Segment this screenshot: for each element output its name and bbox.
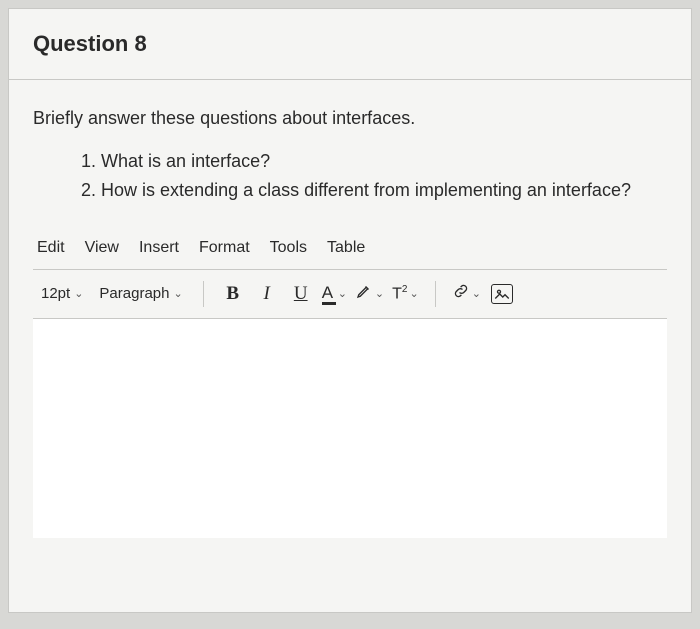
chevron-down-icon: ⌄ [338, 287, 347, 300]
insert-image-button[interactable] [491, 284, 513, 304]
list-item-number: 2. [81, 180, 96, 200]
menu-view[interactable]: View [85, 239, 119, 257]
text-color-button[interactable]: A ⌄ [320, 283, 349, 305]
text-color-letter: A [322, 283, 333, 302]
italic-button[interactable]: I [252, 280, 282, 308]
list-item-text: What is an interface? [101, 151, 270, 171]
underline-button[interactable]: U [286, 280, 316, 308]
menu-insert[interactable]: Insert [139, 239, 179, 257]
list-item-text: How is extending a class different from … [101, 180, 631, 200]
chevron-down-icon: ⌄ [74, 287, 83, 300]
menu-tools[interactable]: Tools [270, 239, 307, 257]
rich-text-editor: Edit View Insert Format Tools Table 12pt… [9, 217, 691, 538]
text-color-icon: A [322, 283, 336, 305]
font-size-value: 12pt [41, 285, 70, 302]
list-item-number: 1. [81, 151, 96, 171]
link-button[interactable]: ⌄ [450, 282, 483, 305]
chevron-down-icon: ⌄ [375, 287, 384, 300]
image-icon [493, 285, 511, 303]
superscript-button[interactable]: T2 ⌄ [390, 284, 421, 303]
menu-edit[interactable]: Edit [37, 239, 65, 257]
question-card: Question 8 Briefly answer these question… [8, 8, 692, 613]
toolbar-divider [435, 281, 436, 307]
highlight-button[interactable]: ⌄ [353, 282, 386, 305]
highlighter-icon [355, 282, 373, 305]
chevron-down-icon: ⌄ [472, 287, 481, 300]
question-prompt: Briefly answer these questions about int… [33, 108, 667, 129]
editor-menu-bar: Edit View Insert Format Tools Table [33, 233, 667, 269]
list-item: 1. What is an interface? [81, 147, 667, 176]
block-type-select[interactable]: Paragraph ⌄ [93, 283, 188, 304]
question-list: 1. What is an interface? 2. How is exten… [33, 147, 667, 205]
chevron-down-icon: ⌄ [173, 287, 182, 300]
font-size-select[interactable]: 12pt ⌄ [35, 283, 89, 304]
editor-toolbar: 12pt ⌄ Paragraph ⌄ B I U A ⌄ [33, 269, 667, 318]
list-item: 2. How is extending a class different fr… [81, 176, 667, 205]
block-type-value: Paragraph [99, 285, 169, 302]
menu-table[interactable]: Table [327, 239, 365, 257]
superscript-exp: 2 [402, 284, 408, 295]
question-body: Briefly answer these questions about int… [9, 80, 691, 217]
question-title: Question 8 [33, 31, 667, 57]
link-icon [452, 282, 470, 305]
toolbar-divider [203, 281, 204, 307]
superscript-icon: T2 [392, 284, 407, 303]
question-header: Question 8 [9, 9, 691, 80]
superscript-base: T [392, 285, 402, 302]
menu-format[interactable]: Format [199, 239, 250, 257]
chevron-down-icon: ⌄ [409, 287, 418, 300]
bold-button[interactable]: B [218, 280, 248, 308]
editor-textarea[interactable] [33, 318, 667, 538]
